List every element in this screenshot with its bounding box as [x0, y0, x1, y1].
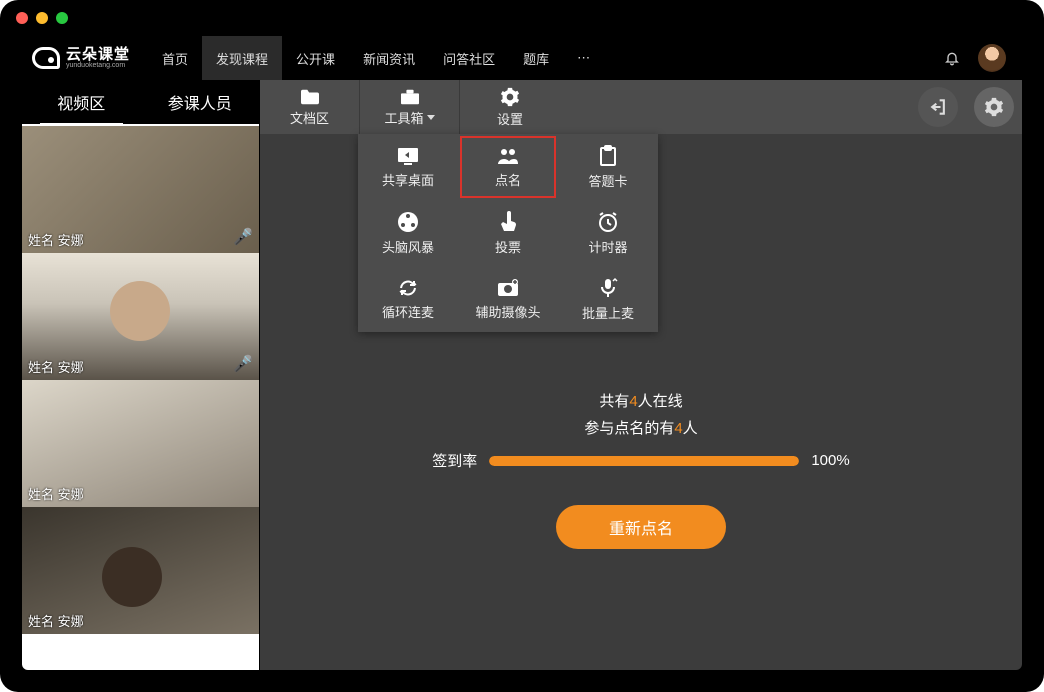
nav-qa[interactable]: 问答社区: [429, 36, 509, 80]
participant-name: 姓名 安娜: [28, 611, 84, 630]
progress-fill: [489, 456, 799, 466]
bell-icon[interactable]: [944, 50, 960, 66]
online-count-line: 共有4人在线: [260, 390, 1022, 411]
tab-video-area[interactable]: 视频区: [22, 80, 141, 124]
timer-item[interactable]: 计时器: [558, 200, 658, 266]
video-tile[interactable]: 姓名 安娜 🎤: [22, 253, 259, 380]
progress-bar: [489, 456, 799, 466]
main-toolbar: 文档区 工具箱 设置: [260, 80, 1022, 134]
chevron-down-icon: [427, 115, 435, 120]
progress-percent: 100%: [811, 452, 849, 469]
exit-icon: [928, 97, 948, 117]
nav-open-courses[interactable]: 公开课: [282, 36, 349, 80]
progress-row: 签到率 100%: [260, 450, 1022, 471]
settings-button[interactable]: 设置: [460, 80, 560, 134]
toolbox-dropdown: 共享桌面 点名 答题卡 头脑风暴: [358, 134, 658, 332]
film-reel-icon: [397, 211, 419, 233]
clipboard-icon: [598, 145, 618, 167]
alarm-icon: [597, 211, 619, 233]
screen-share-icon: [396, 146, 420, 166]
brand-name: 云朵课堂: [66, 47, 130, 62]
progress-label: 签到率: [432, 450, 477, 471]
people-icon: [496, 146, 520, 166]
close-window-button[interactable]: [16, 12, 28, 24]
top-nav: 云朵课堂 yunduoketang.com 首页 发现课程 公开课 新闻资讯 问…: [22, 36, 1022, 80]
briefcase-icon: [399, 88, 421, 106]
maximize-window-button[interactable]: [56, 12, 68, 24]
gear-icon: [500, 87, 520, 107]
video-list: 姓名 安娜 🎤 姓名 安娜 🎤 姓名 安娜 姓名 安娜: [22, 126, 259, 670]
restart-rollcall-button[interactable]: 重新点名: [556, 505, 726, 549]
batch-mic-item[interactable]: 批量上麦: [558, 266, 658, 332]
app-frame: 云朵课堂 yunduoketang.com 首页 发现课程 公开课 新闻资讯 问…: [22, 36, 1022, 670]
brand-sub: yunduoketang.com: [66, 62, 130, 69]
share-desktop-item[interactable]: 共享桌面: [358, 134, 458, 200]
answer-card-item[interactable]: 答题卡: [558, 134, 658, 200]
video-tile[interactable]: 姓名 安娜: [22, 380, 259, 507]
hand-point-icon: [498, 211, 518, 233]
nav-home[interactable]: 首页: [148, 36, 202, 80]
mic-up-icon: [598, 277, 618, 299]
participant-name: 姓名 安娜: [28, 484, 84, 503]
nav-right: [944, 44, 1012, 72]
nav-news[interactable]: 新闻资讯: [349, 36, 429, 80]
participant-name: 姓名 安娜: [28, 230, 84, 249]
loop-mic-item[interactable]: 循环连麦: [358, 266, 458, 332]
avatar[interactable]: [978, 44, 1006, 72]
aux-camera-item[interactable]: 辅助摄像头: [458, 266, 558, 332]
mic-icon: 🎤: [233, 354, 253, 374]
loop-icon: [397, 278, 419, 298]
toolbox-button[interactable]: 工具箱: [360, 80, 460, 134]
video-tile-empty: [22, 634, 259, 670]
brand-logo[interactable]: 云朵课堂 yunduoketang.com: [22, 47, 144, 69]
participant-name: 姓名 安娜: [28, 357, 84, 376]
nav-items: 首页 发现课程 公开课 新闻资讯 问答社区 题库 ⋯: [148, 36, 604, 80]
left-column: 视频区 参课人员 姓名 安娜 🎤 姓名 安娜 🎤 姓名 安娜: [22, 80, 260, 670]
settings-round-button[interactable]: [974, 87, 1014, 127]
left-tabs: 视频区 参课人员: [22, 80, 259, 126]
doc-area-button[interactable]: 文档区: [260, 80, 360, 134]
video-tile[interactable]: 姓名 安娜: [22, 507, 259, 634]
camera-plus-icon: [496, 278, 520, 298]
folder-icon: [299, 88, 321, 106]
brainstorm-item[interactable]: 头脑风暴: [358, 200, 458, 266]
nav-discover[interactable]: 发现课程: [202, 36, 282, 80]
app-body: 视频区 参课人员 姓名 安娜 🎤 姓名 安娜 🎤 姓名 安娜: [22, 80, 1022, 670]
exit-button[interactable]: [918, 87, 958, 127]
nav-question-bank[interactable]: 题库: [509, 36, 563, 80]
attend-count-line: 参与点名的有4人: [260, 417, 1022, 438]
video-tile[interactable]: 姓名 安娜 🎤: [22, 126, 259, 253]
window-traffic-lights: [16, 12, 68, 24]
gear-icon: [984, 97, 1004, 117]
main-area: 文档区 工具箱 设置: [260, 80, 1022, 670]
attendance-stats: 共有4人在线 参与点名的有4人 签到率 100% 重新点名: [260, 390, 1022, 549]
vote-item[interactable]: 投票: [458, 200, 558, 266]
cloud-icon: [32, 47, 60, 69]
tab-participants[interactable]: 参课人员: [141, 80, 260, 124]
roll-call-item[interactable]: 点名: [458, 134, 558, 200]
nav-more[interactable]: ⋯: [563, 36, 604, 80]
app-window: 云朵课堂 yunduoketang.com 首页 发现课程 公开课 新闻资讯 问…: [0, 0, 1044, 692]
minimize-window-button[interactable]: [36, 12, 48, 24]
mic-icon: 🎤: [233, 227, 253, 247]
